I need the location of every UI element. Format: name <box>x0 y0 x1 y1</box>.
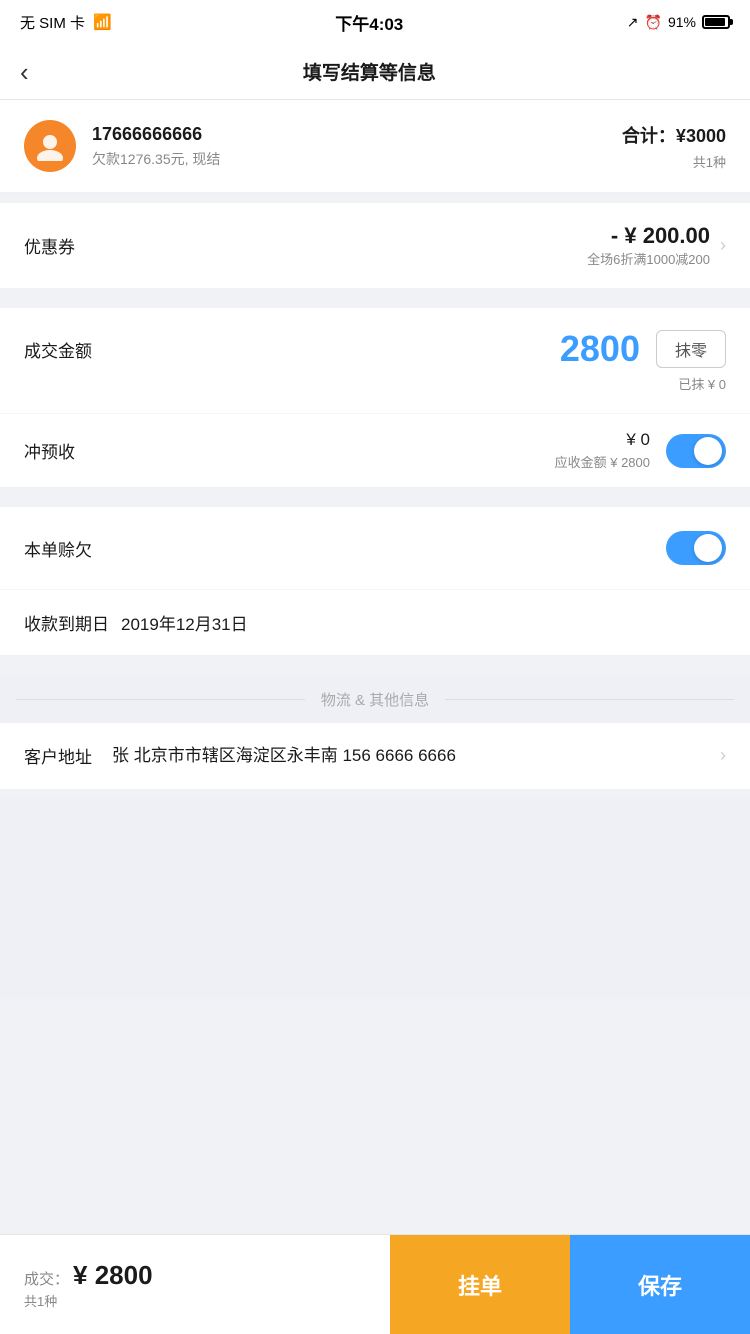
total-amount: 合计：¥3000 <box>622 122 726 148</box>
total-count: 共1种 <box>622 152 726 171</box>
deal-amount-row: 成交金额 2800 抹零 已抹 ¥ 0 <box>0 308 750 414</box>
deal-section: 成交金额 2800 抹零 已抹 ¥ 0 冲预收 ¥ 0 应收金额 ¥ 2800 <box>0 308 750 487</box>
sep-line-left <box>16 699 305 700</box>
chong-label: 冲预收 <box>24 438 75 463</box>
page-title: 填写结算等信息 <box>49 58 690 85</box>
toggle-knob <box>694 437 722 465</box>
discount-desc: 全场6折满1000减200 <box>587 249 710 268</box>
logistics-separator: 物流 & 其他信息 <box>0 675 750 723</box>
due-date-label: 收款到期日 <box>24 610 109 635</box>
address-label: 客户地址 <box>24 743 92 768</box>
status-right: ↗ ⏰ 91% <box>627 14 730 31</box>
battery-icon <box>702 15 730 29</box>
nav-bar: ‹ 填写结算等信息 <box>0 44 750 100</box>
logistics-sep-text: 物流 & 其他信息 <box>321 689 429 710</box>
divider-2 <box>0 497 750 507</box>
benyue-label: 本单赊欠 <box>24 536 666 561</box>
discount-amount: - ¥ 200.00 <box>611 223 710 249</box>
due-date-row: 收款到期日 2019年12月31日 <box>0 589 750 655</box>
divider-1 <box>0 298 750 308</box>
due-date-value: 2019年12月31日 <box>121 610 248 635</box>
bottom-deal-count: 共1种 <box>24 1291 366 1310</box>
location-icon: ↗ <box>627 14 639 31</box>
address-row[interactable]: 客户地址 张 北京市市辖区海淀区永丰南 156 6666 6666 › <box>0 723 750 789</box>
back-button[interactable]: ‹ <box>20 59 29 85</box>
wifi-icon: 📶 <box>93 13 112 31</box>
customer-info: 17666666666 欠款1276.35元, 现结 <box>92 124 622 169</box>
coupon-row[interactable]: 优惠券 - ¥ 200.00 全场6折满1000减200 › <box>0 203 750 288</box>
deal-right: 2800 抹零 <box>560 328 726 370</box>
content: 17666666666 欠款1276.35元, 现结 合计：¥3000 共1种 … <box>0 100 750 1119</box>
sep-line-right <box>445 699 734 700</box>
divider-3 <box>0 665 750 675</box>
coupon-section: 优惠券 - ¥ 200.00 全场6折满1000减200 › <box>0 203 750 288</box>
benyue-toggle-knob <box>694 534 722 562</box>
deal-amount-value: 2800 <box>560 328 640 370</box>
status-bar: 无 SIM 卡 📶 下午4:03 ↗ ⏰ 91% <box>0 0 750 44</box>
chong-middle: ¥ 0 应收金额 ¥ 2800 <box>75 430 650 471</box>
bottom-left: 成交： ¥ 2800 共1种 <box>0 1260 390 1310</box>
status-time: 下午4:03 <box>335 10 403 35</box>
customer-sub: 欠款1276.35元, 现结 <box>92 149 622 169</box>
benyue-row: 本单赊欠 <box>0 507 750 589</box>
customer-total: 合计：¥3000 共1种 <box>622 122 726 171</box>
address-section: 客户地址 张 北京市市辖区海淀区永丰南 156 6666 6666 › <box>0 723 750 789</box>
chevron-right-icon: › <box>720 235 726 256</box>
bottom-deal-label: 成交： <box>24 1268 69 1289</box>
chong-amount: ¥ 0 <box>75 430 650 450</box>
bottom-bar: 成交： ¥ 2800 共1种 挂单 保存 <box>0 1234 750 1334</box>
chong-toggle[interactable] <box>666 434 726 468</box>
bottom-deal-amount: ¥ 2800 <box>73 1260 153 1291</box>
round-button[interactable]: 抹零 <box>656 330 726 368</box>
alarm-icon: ⏰ <box>645 14 662 31</box>
avatar <box>24 120 76 172</box>
status-left: 无 SIM 卡 📶 <box>20 12 112 33</box>
address-chevron-icon: › <box>720 745 726 766</box>
benyue-toggle[interactable] <box>666 531 726 565</box>
benyue-section: 本单赊欠 收款到期日 2019年12月31日 <box>0 507 750 655</box>
chong-sub: 应收金额 ¥ 2800 <box>75 452 650 471</box>
coupon-right: - ¥ 200.00 全场6折满1000减200 <box>75 223 710 268</box>
coupon-label: 优惠券 <box>24 233 75 258</box>
customer-card: 17666666666 欠款1276.35元, 现结 合计：¥3000 共1种 <box>0 100 750 193</box>
save-button[interactable]: 保存 <box>570 1235 750 1334</box>
battery-percent: 91% <box>668 14 696 30</box>
gray-bg-section <box>0 799 750 999</box>
chong-row: 冲预收 ¥ 0 应收金额 ¥ 2800 <box>0 414 750 487</box>
deal-amount-label: 成交金额 <box>24 337 92 362</box>
customer-phone: 17666666666 <box>92 124 622 145</box>
no-sim-label: 无 SIM 卡 <box>20 12 85 33</box>
hold-button[interactable]: 挂单 <box>390 1235 570 1334</box>
address-value: 张 北京市市辖区海淀区永丰南 156 6666 6666 <box>112 743 710 769</box>
deal-sub: 已抹 ¥ 0 <box>24 374 726 393</box>
